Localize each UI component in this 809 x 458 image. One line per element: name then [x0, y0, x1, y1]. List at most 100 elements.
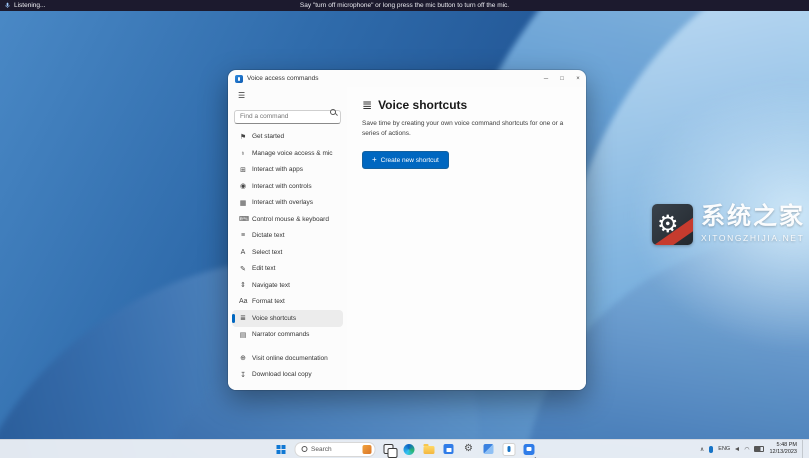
- sidebar-item-label: Voice shortcuts: [252, 315, 296, 322]
- desktop: ⚙ 系统之家 XITONGZHIJIA.NET Listening... Say…: [0, 0, 809, 458]
- sidebar-item-voice-shortcuts[interactable]: ≣ Voice shortcuts: [232, 310, 343, 327]
- window-title: Voice access commands: [247, 75, 319, 82]
- taskbar-icon-settings[interactable]: ⚙: [462, 443, 475, 456]
- sidebar-item-control-mouse-keyboard[interactable]: ⌨ Control mouse & keyboard: [232, 211, 343, 228]
- show-desktop-button[interactable]: [802, 440, 806, 458]
- sidebar-item-get-started[interactable]: ⚑ Get started: [232, 129, 343, 146]
- tray-mic-icon[interactable]: [709, 446, 713, 453]
- tray-clock[interactable]: 5:48 PM 12/13/2023: [769, 442, 797, 457]
- start-button[interactable]: [274, 443, 287, 456]
- watermark-subtitle: XITONGZHIJIA.NET: [701, 233, 805, 243]
- taskbar-icon-task-view[interactable]: [382, 443, 395, 456]
- download-icon: ↧: [239, 371, 247, 379]
- chat-icon: [523, 444, 534, 455]
- sidebar-item-label: Navigate text: [252, 282, 290, 289]
- sidebar-item-edit-text[interactable]: ✎ Edit text: [232, 261, 343, 278]
- sidebar-item-select-text[interactable]: A Select text: [232, 244, 343, 261]
- window-titlebar[interactable]: Voice access commands ─ □ ×: [228, 70, 586, 87]
- gear-icon: ⚙: [657, 204, 679, 245]
- sidebar-item-dictate-text[interactable]: ≡ Dictate text: [232, 228, 343, 245]
- edit-icon: ✎: [239, 265, 247, 273]
- sidebar-item-interact-with-apps[interactable]: ⊞ Interact with apps: [232, 162, 343, 179]
- sidebar-item-label: Interact with apps: [252, 166, 303, 173]
- taskbar-search-label: Search: [311, 446, 358, 453]
- sidebar: ☰ ⚑ Get started ♁ Manage voice access & …: [228, 87, 347, 390]
- plus-icon: +: [372, 156, 377, 164]
- keyboard-icon: ⌨: [239, 215, 247, 223]
- minimize-button[interactable]: ─: [538, 70, 554, 87]
- tray-expand-icon[interactable]: ∧: [700, 446, 704, 453]
- windows-logo-icon: [276, 445, 280, 449]
- taskbar-icon-widgets[interactable]: [482, 443, 495, 456]
- edge-browser-icon: [403, 444, 414, 455]
- voice-shortcuts-icon: ≣: [239, 314, 247, 322]
- voice-hint-text: Say "turn off microphone" or long press …: [0, 2, 809, 9]
- sidebar-item-interact-with-overlays[interactable]: ▦ Interact with overlays: [232, 195, 343, 212]
- wifi-icon[interactable]: ◠: [744, 446, 749, 453]
- sidebar-item-label: Interact with overlays: [252, 199, 313, 206]
- sidebar-nav: ⚑ Get started ♁ Manage voice access & mi…: [228, 129, 347, 391]
- search-input[interactable]: [234, 110, 341, 124]
- search-icon: [301, 446, 307, 452]
- close-button[interactable]: ×: [570, 70, 586, 87]
- sidebar-item-label: Narrator commands: [252, 331, 309, 338]
- search-icon: [330, 109, 336, 115]
- voice-access-icon: [502, 443, 515, 456]
- flag-icon: ⚑: [239, 133, 247, 141]
- sidebar-item-label: Download local copy: [252, 371, 312, 378]
- hamburger-menu-icon[interactable]: ☰: [228, 89, 258, 102]
- folder-icon: [423, 446, 434, 454]
- navigate-icon: ⇕: [239, 281, 247, 289]
- store-icon: [444, 444, 454, 454]
- sidebar-item-label: Edit text: [252, 265, 275, 272]
- battery-icon[interactable]: [754, 446, 764, 452]
- sidebar-item-label: Interact with controls: [252, 183, 312, 190]
- sidebar-item-label: Manage voice access & mic: [252, 150, 333, 157]
- voice-access-app-icon: [235, 75, 243, 83]
- taskbar-search[interactable]: Search: [294, 442, 375, 457]
- taskbar-icon-file-explorer[interactable]: [422, 443, 435, 456]
- sidebar-item-label: Format text: [252, 298, 285, 305]
- create-new-shortcut-label: Create new shortcut: [381, 157, 439, 164]
- page-title: Voice shortcuts: [378, 98, 467, 112]
- widgets-icon: [484, 444, 494, 454]
- site-watermark: ⚙ 系统之家 XITONGZHIJIA.NET: [652, 204, 805, 245]
- sidebar-item-label: Control mouse & keyboard: [252, 216, 329, 223]
- select-text-icon: A: [239, 249, 247, 256]
- language-indicator[interactable]: ENG: [718, 446, 730, 452]
- sidebar-item-narrator-commands[interactable]: ▤ Narrator commands: [232, 327, 343, 344]
- search-highlight-icon: [362, 445, 371, 454]
- narrator-icon: ▤: [239, 331, 247, 339]
- create-new-shortcut-button[interactable]: + Create new shortcut: [362, 151, 449, 169]
- sidebar-item-manage-voice-access[interactable]: ♁ Manage voice access & mic: [232, 145, 343, 162]
- format-text-icon: Aa: [239, 298, 247, 305]
- maximize-button[interactable]: □: [554, 70, 570, 87]
- tray-time: 5:48 PM: [769, 442, 797, 449]
- taskbar-icon-chat[interactable]: [522, 443, 535, 456]
- tray-date: 12/13/2023: [769, 449, 797, 456]
- sidebar-item-navigate-text[interactable]: ⇕ Navigate text: [232, 277, 343, 294]
- volume-icon[interactable]: [735, 447, 739, 451]
- watermark-logo: ⚙: [652, 204, 693, 245]
- voice-access-commands-window: Voice access commands ─ □ × ☰ ⚑ Get star…: [228, 70, 586, 390]
- sidebar-item-label: Get started: [252, 133, 284, 140]
- dictate-icon: ≡: [239, 232, 247, 239]
- sidebar-item-label: Dictate text: [252, 232, 285, 239]
- taskbar-icon-edge[interactable]: [402, 443, 415, 456]
- sidebar-item-online-documentation[interactable]: ⊕ Visit online documentation: [232, 350, 343, 367]
- sidebar-item-interact-with-controls[interactable]: ◉ Interact with controls: [232, 178, 343, 195]
- sidebar-item-label: Visit online documentation: [252, 355, 328, 362]
- taskbar: Search ⚙ ∧ ENG ◠ 5:48 PM 12/13/2023: [0, 439, 809, 458]
- gear-icon: ⚙: [464, 444, 473, 454]
- taskbar-icon-store[interactable]: [442, 443, 455, 456]
- page-description: Save time by creating your own voice com…: [362, 119, 572, 139]
- task-view-icon: [384, 444, 394, 454]
- main-content: ≣ Voice shortcuts Save time by creating …: [347, 87, 586, 390]
- mic-icon: ♁: [239, 150, 247, 157]
- sidebar-item-download-local-copy[interactable]: ↧ Download local copy: [232, 367, 343, 384]
- taskbar-icon-voice-access[interactable]: [502, 443, 515, 456]
- voice-access-bar: Listening... Say "turn off microphone" o…: [0, 0, 809, 11]
- sidebar-item-format-text[interactable]: Aa Format text: [232, 294, 343, 311]
- sidebar-item-label: Select text: [252, 249, 282, 256]
- sidebar-footer: ⊕ Visit online documentation ↧ Download …: [228, 350, 347, 390]
